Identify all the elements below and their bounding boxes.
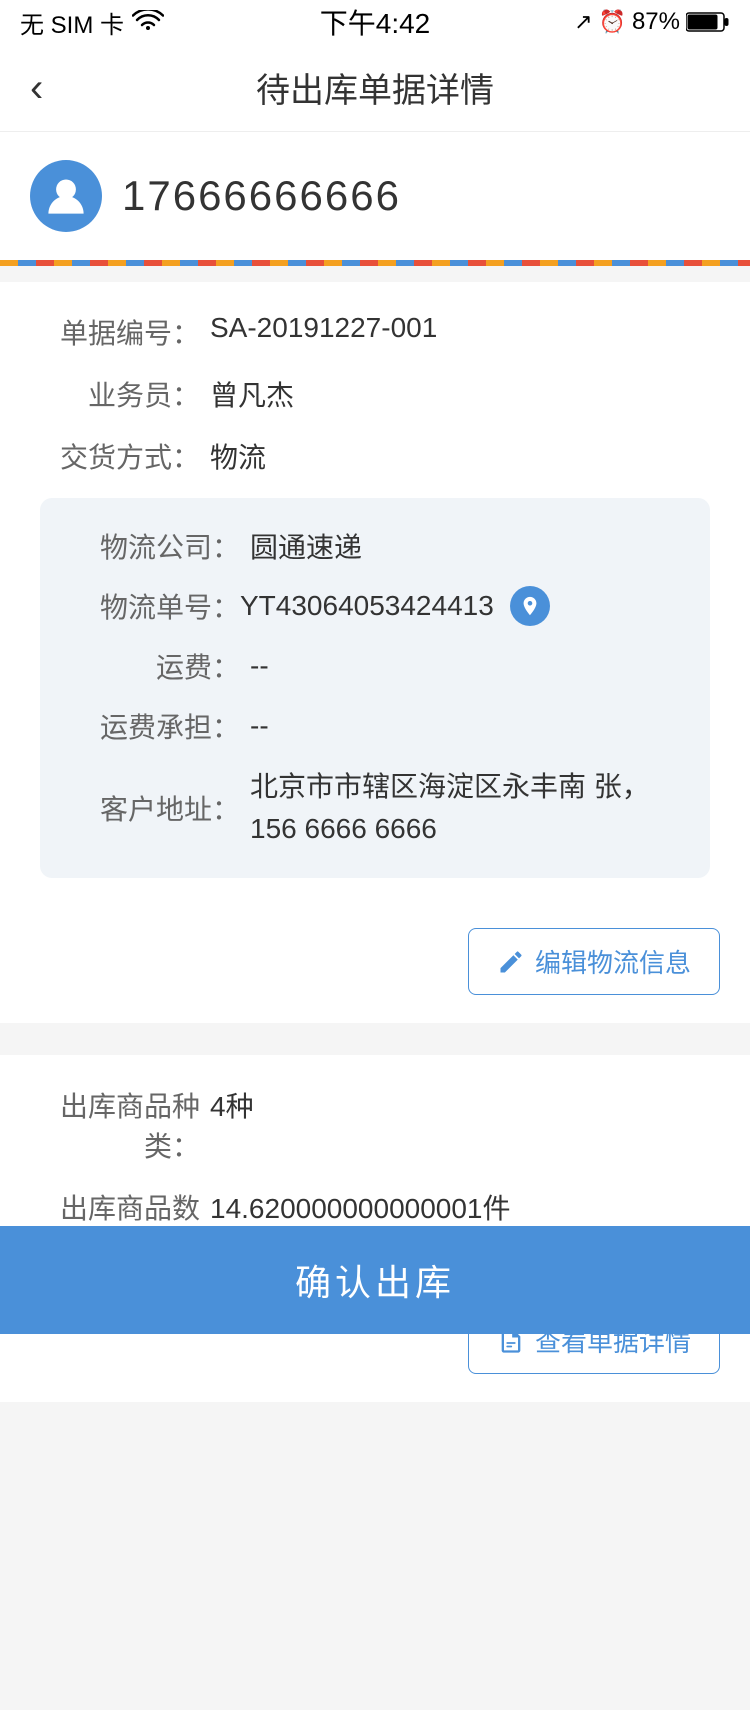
delivery-method-label: 交货方式： xyxy=(40,436,200,476)
delivery-method-row: 交货方式： 物流 xyxy=(40,436,710,476)
tracking-number-container: YT43064053424413 xyxy=(240,586,550,626)
page-title: 待出库单据详情 xyxy=(256,63,494,112)
map-pin-icon xyxy=(519,595,541,617)
alarm-icon: ⏰ xyxy=(599,9,626,35)
delivery-method-value: 物流 xyxy=(210,436,710,476)
nav-bar: ‹ 待出库单据详情 xyxy=(0,44,750,132)
confirm-button-label: 确认出库 xyxy=(295,1254,455,1306)
address-row: 客户地址： 北京市市辖区海淀区永丰南 张，156 6666 6666 xyxy=(80,766,680,850)
product-types-value: 4种 xyxy=(210,1085,710,1125)
battery-icon xyxy=(686,11,730,33)
product-types-label: 出库商品种类： xyxy=(40,1085,200,1165)
logistics-company-label: 物流公司： xyxy=(80,526,240,566)
location-status-icon: ↗ xyxy=(574,9,592,35)
empty-space xyxy=(0,1402,750,1602)
freight-bearer-row: 运费承担： -- xyxy=(80,706,680,746)
document-number-value: SA-20191227-001 xyxy=(210,312,710,344)
freight-bearer-value: -- xyxy=(250,710,680,742)
back-button[interactable]: ‹ xyxy=(30,68,43,108)
user-row: 17666666666 xyxy=(0,132,750,260)
logistics-company-value: 圆通速递 xyxy=(250,526,680,566)
order-info-section: 单据编号： SA-20191227-001 业务员： 曾凡杰 交货方式： 物流 … xyxy=(0,282,750,908)
carrier-text: 无 SIM 卡 xyxy=(20,5,124,40)
tracking-number-label: 物流单号： xyxy=(80,586,240,626)
battery-text: 87% xyxy=(632,8,680,36)
section-divider xyxy=(0,1023,750,1039)
product-types-row: 出库商品种类： 4种 xyxy=(40,1085,710,1165)
document-number-row: 单据编号： SA-20191227-001 xyxy=(40,312,710,352)
wifi-icon xyxy=(132,10,164,34)
dashed-divider xyxy=(0,260,750,266)
status-left: 无 SIM 卡 xyxy=(20,5,164,40)
tracking-number-row: 物流单号： YT43064053424413 xyxy=(80,586,680,626)
tracking-number-value: YT43064053424413 xyxy=(240,590,494,622)
tracking-location-icon[interactable] xyxy=(510,586,550,626)
salesperson-value: 曾凡杰 xyxy=(210,374,710,414)
freight-bearer-label: 运费承担： xyxy=(80,706,240,746)
salesperson-row: 业务员： 曾凡杰 xyxy=(40,374,710,414)
edit-logistics-label: 编辑物流信息 xyxy=(535,943,691,980)
user-avatar-icon xyxy=(44,174,88,218)
address-label: 客户地址： xyxy=(80,788,240,828)
logistics-company-row: 物流公司： 圆通速递 xyxy=(80,526,680,566)
freight-value: -- xyxy=(250,650,680,682)
status-time: 下午4:42 xyxy=(320,2,431,42)
confirm-button[interactable]: 确认出库 xyxy=(0,1226,750,1334)
edit-logistics-button[interactable]: 编辑物流信息 xyxy=(468,928,720,995)
product-quantity-value: 14.620000000000001件 xyxy=(210,1187,710,1227)
status-bar: 无 SIM 卡 下午4:42 ↗ ⏰ 87% xyxy=(0,0,750,44)
edit-icon xyxy=(497,948,525,976)
user-phone: 17666666666 xyxy=(122,172,401,220)
logistics-card: 物流公司： 圆通速递 物流单号： YT43064053424413 运费： -- xyxy=(40,498,710,878)
freight-row: 运费： -- xyxy=(80,646,680,686)
status-right: ↗ ⏰ 87% xyxy=(574,8,730,36)
edit-btn-row: 编辑物流信息 xyxy=(0,908,750,1023)
freight-label: 运费： xyxy=(80,646,240,686)
avatar xyxy=(30,160,102,232)
document-number-label: 单据编号： xyxy=(40,312,200,352)
address-value: 北京市市辖区海淀区永丰南 张，156 6666 6666 xyxy=(250,766,680,850)
salesperson-label: 业务员： xyxy=(40,374,200,414)
